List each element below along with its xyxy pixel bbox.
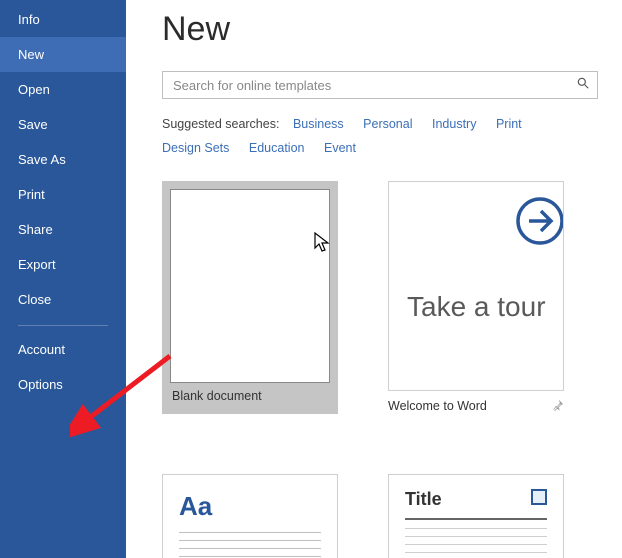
template-single-spaced[interactable]: Aa (162, 474, 338, 558)
template-thumb: Title (388, 474, 564, 558)
search-button[interactable] (569, 71, 597, 99)
pin-icon[interactable] (552, 399, 564, 414)
sidebar-item-new[interactable]: New (0, 37, 126, 72)
templates-grid: Blank document Take a tour (126, 161, 622, 558)
template-caption: Welcome to Word (388, 399, 487, 413)
sidebar-item-open[interactable]: Open (0, 72, 126, 107)
template-thumb: Take a tour (388, 181, 564, 391)
sidebar-item-close[interactable]: Close (0, 282, 126, 317)
sidebar-item-options[interactable]: Options (0, 367, 126, 402)
suggested-link-personal[interactable]: Personal (363, 117, 412, 131)
suggested-link-print[interactable]: Print (496, 117, 522, 131)
template-thumb: Aa (162, 474, 338, 558)
search-input[interactable] (163, 78, 569, 93)
sidebar-item-export[interactable]: Export (0, 247, 126, 282)
suggested-link-education[interactable]: Education (249, 141, 305, 155)
template-caption: Blank document (172, 389, 262, 403)
suggested-link-event[interactable]: Event (324, 141, 356, 155)
suggested-link-business[interactable]: Business (293, 117, 344, 131)
sidebar-divider (18, 325, 108, 326)
search-box[interactable] (162, 71, 598, 99)
suggested-label: Suggested searches: (162, 117, 279, 131)
suggested-link-design-sets[interactable]: Design Sets (162, 141, 229, 155)
search-icon (576, 76, 590, 95)
image-placeholder-icon (531, 489, 547, 505)
template-welcome-to-word[interactable]: Take a tour Welcome to Word (388, 181, 564, 414)
page-title: New (126, 0, 622, 59)
title-label: Title (405, 489, 442, 510)
suggested-searches: Suggested searches: Business Personal In… (126, 99, 622, 161)
template-thumb (170, 189, 330, 383)
template-blank-document[interactable]: Blank document (162, 181, 338, 414)
sidebar-item-account[interactable]: Account (0, 332, 126, 367)
template-blog-post[interactable]: Title (388, 474, 564, 558)
sidebar-item-info[interactable]: Info (0, 2, 126, 37)
sidebar-item-save[interactable]: Save (0, 107, 126, 142)
sidebar-item-save-as[interactable]: Save As (0, 142, 126, 177)
suggested-link-industry[interactable]: Industry (432, 117, 476, 131)
aa-label: Aa (179, 491, 321, 522)
sidebar-item-share[interactable]: Share (0, 212, 126, 247)
backstage-sidebar: Info New Open Save Save As Print Share E… (0, 0, 126, 558)
tour-text: Take a tour (407, 292, 549, 323)
arrow-right-circle-icon (515, 196, 563, 246)
sidebar-item-print[interactable]: Print (0, 177, 126, 212)
main-area: New Suggested searches: Business Persona… (126, 0, 622, 558)
